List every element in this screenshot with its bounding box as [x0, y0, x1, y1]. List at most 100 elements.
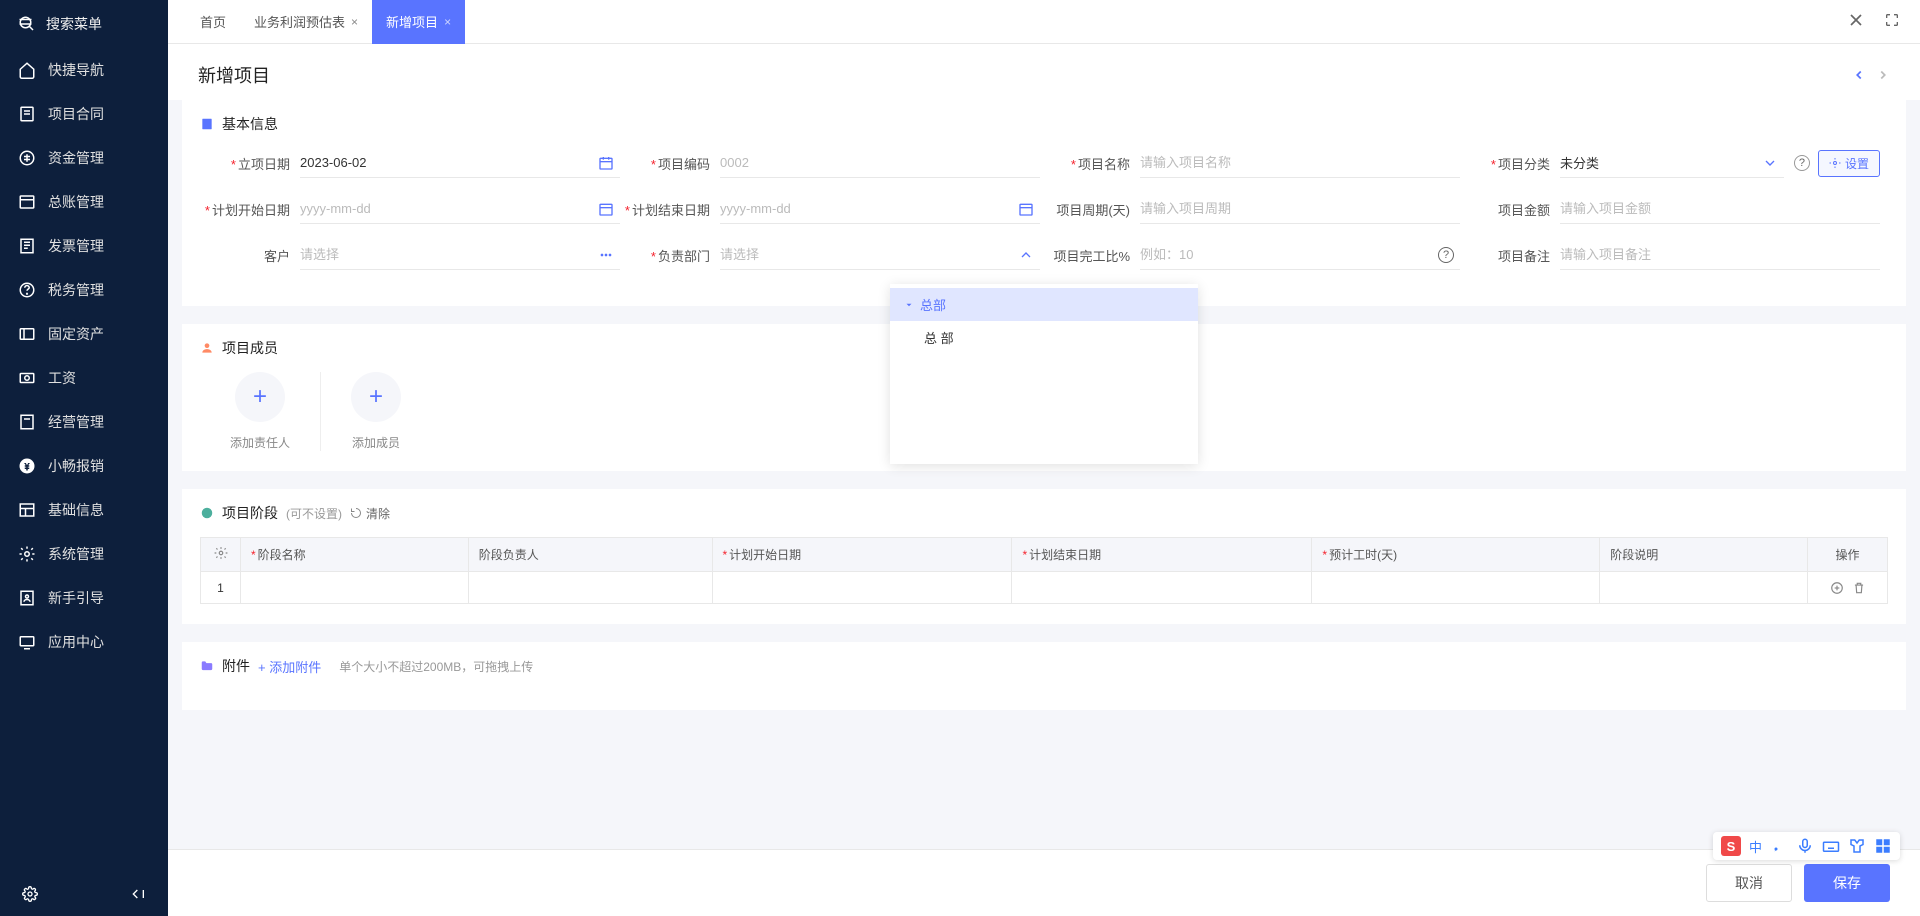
sidebar-item-baseinfo[interactable]: 基础信息: [0, 488, 168, 532]
calendar-icon[interactable]: [598, 201, 614, 217]
ime-logo-icon[interactable]: S: [1721, 836, 1741, 856]
dropdown-option-hq[interactable]: 总部: [890, 288, 1198, 321]
add-attachment-button[interactable]: + 添加附件: [258, 657, 321, 676]
col-plan-end: *计划结束日期: [1012, 538, 1312, 572]
ledger-icon: [18, 193, 36, 211]
plan-end-label: *计划结束日期: [620, 200, 720, 219]
sidebar-item-label: 新手引导: [48, 588, 104, 608]
calendar-icon[interactable]: [1018, 201, 1034, 217]
tab-home[interactable]: 首页: [186, 0, 240, 44]
ime-punct-icon[interactable]: [1770, 837, 1788, 855]
next-arrow-icon[interactable]: [1876, 68, 1890, 82]
customer-select[interactable]: [300, 247, 590, 262]
complete-pct-label: 项目完工比%: [1040, 246, 1140, 265]
section-title: 基本信息: [222, 114, 278, 134]
cancel-button[interactable]: 取消: [1706, 864, 1792, 902]
close-icon[interactable]: ×: [351, 15, 358, 29]
section-title: 项目阶段: [222, 503, 278, 523]
cell-stage-name[interactable]: [241, 572, 469, 604]
sidebar-item-label: 发票管理: [48, 236, 104, 256]
name-input[interactable]: [1140, 155, 1452, 170]
calendar-icon[interactable]: [598, 155, 614, 171]
dept-label: *负责部门: [620, 246, 720, 265]
sidebar-search[interactable]: 搜索菜单: [0, 0, 168, 48]
clear-button[interactable]: 清除: [350, 505, 390, 522]
ime-keyboard-icon[interactable]: [1822, 837, 1840, 855]
dept-select[interactable]: [720, 247, 1010, 262]
sidebar-item-label: 经营管理: [48, 412, 104, 432]
cell-plan-start[interactable]: [712, 572, 1012, 604]
col-stage-desc: 阶段说明: [1600, 538, 1808, 572]
remark-input[interactable]: [1560, 247, 1872, 262]
sidebar-item-quicknav[interactable]: 快捷导航: [0, 48, 168, 92]
sidebar-item-invoice[interactable]: 发票管理: [0, 224, 168, 268]
sidebar-item-expense[interactable]: 小畅报销: [0, 444, 168, 488]
settings-button[interactable]: 设置: [1818, 150, 1880, 177]
ime-lang[interactable]: 中: [1749, 837, 1762, 856]
close-icon[interactable]: ×: [444, 15, 451, 29]
dept-dropdown: 总部 总 部: [890, 284, 1198, 464]
sidebar-item-appcenter[interactable]: 应用中心: [0, 620, 168, 664]
cycle-input[interactable]: [1140, 201, 1452, 216]
gear-icon[interactable]: [22, 886, 38, 902]
sidebar-item-salary[interactable]: 工资: [0, 356, 168, 400]
code-input[interactable]: [720, 155, 1032, 170]
plan-start-input[interactable]: [300, 201, 590, 216]
ime-toolbar: S 中: [1713, 832, 1900, 860]
help-icon[interactable]: ?: [1794, 155, 1810, 171]
name-label: *项目名称: [1040, 154, 1140, 173]
fullscreen-icon[interactable]: [1884, 12, 1900, 28]
cell-stage-desc[interactable]: [1600, 572, 1808, 604]
section-title: 附件: [222, 656, 250, 676]
gear-icon[interactable]: [214, 546, 228, 560]
chevron-up-icon[interactable]: [1018, 247, 1034, 263]
add-owner-label: 添加责任人: [230, 434, 290, 451]
delete-row-icon[interactable]: [1852, 581, 1866, 595]
ime-mic-icon[interactable]: [1796, 837, 1814, 855]
contract-icon: [18, 105, 36, 123]
collapse-icon[interactable]: [130, 886, 146, 902]
cell-stage-owner[interactable]: [468, 572, 712, 604]
create-date-input[interactable]: [300, 155, 590, 170]
baseinfo-icon: [18, 501, 36, 519]
close-all-icon[interactable]: [1846, 10, 1866, 30]
footer-bar: 取消 保存: [168, 849, 1920, 916]
table-row[interactable]: 1: [201, 572, 1888, 604]
plan-end-input[interactable]: [720, 201, 1010, 216]
sidebar-item-funds[interactable]: 资金管理: [0, 136, 168, 180]
more-icon[interactable]: [598, 247, 614, 263]
row-index: 1: [201, 572, 241, 604]
dropdown-option-hq-child[interactable]: 总 部: [890, 321, 1198, 354]
save-button[interactable]: 保存: [1804, 864, 1890, 902]
sidebar-item-ledger[interactable]: 总账管理: [0, 180, 168, 224]
chevron-down-icon[interactable]: [1762, 155, 1778, 171]
category-select[interactable]: [1560, 155, 1778, 170]
complete-pct-input[interactable]: [1140, 247, 1430, 262]
cell-est-hours[interactable]: [1312, 572, 1600, 604]
tab-new-project[interactable]: 新增项目×: [372, 0, 465, 44]
add-owner-button[interactable]: +: [235, 372, 285, 422]
sidebar-item-guide[interactable]: 新手引导: [0, 576, 168, 620]
sidebar-item-system[interactable]: 系统管理: [0, 532, 168, 576]
ime-skin-icon[interactable]: [1848, 837, 1866, 855]
add-row-icon[interactable]: [1830, 581, 1844, 595]
add-member-button[interactable]: +: [351, 372, 401, 422]
plan-start-label: *计划开始日期: [200, 200, 300, 219]
caret-down-icon: [904, 300, 914, 310]
section-title: 项目成员: [222, 338, 278, 358]
sidebar-item-contract[interactable]: 项目合同: [0, 92, 168, 136]
invoice-icon: [18, 237, 36, 255]
cell-plan-end[interactable]: [1012, 572, 1312, 604]
tab-profit-estimate[interactable]: 业务利润预估表×: [240, 0, 372, 44]
attachment-hint: 单个大小不超过200MB，可拖拽上传: [339, 658, 533, 675]
sidebar-item-assets[interactable]: 固定资产: [0, 312, 168, 356]
assets-icon: [18, 325, 36, 343]
home-icon: [18, 61, 36, 79]
col-actions: 操作: [1808, 538, 1888, 572]
amount-input[interactable]: [1560, 201, 1872, 216]
sidebar-item-tax[interactable]: 税务管理: [0, 268, 168, 312]
ime-tools-icon[interactable]: [1874, 837, 1892, 855]
sidebar-item-business[interactable]: 经营管理: [0, 400, 168, 444]
help-icon[interactable]: ?: [1438, 247, 1454, 263]
prev-arrow-icon[interactable]: [1852, 68, 1866, 82]
